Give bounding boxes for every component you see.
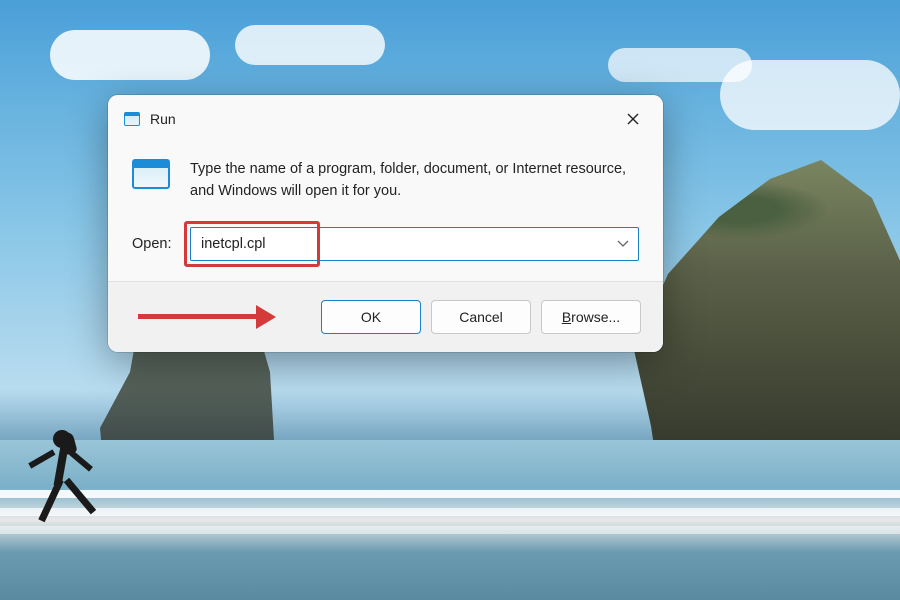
cancel-button-label: Cancel [459,309,503,325]
dialog-footer: OK Cancel Browse... [108,281,663,352]
ok-button[interactable]: OK [321,300,421,334]
browse-button[interactable]: Browse... [541,300,641,334]
dialog-title: Run [150,111,176,127]
run-icon [124,112,140,126]
background-ocean [0,440,900,600]
run-icon-large [132,159,170,189]
annotation-arrow [138,305,276,329]
browse-button-label: Browse... [562,309,620,325]
ok-button-label: OK [361,309,381,325]
dialog-description: Type the name of a program, folder, docu… [190,159,639,203]
cancel-button[interactable]: Cancel [431,300,531,334]
open-label: Open: [132,236,176,252]
run-dialog: Run Type the name of a program, folder, … [108,95,663,352]
background-runner-silhouette [35,430,90,550]
close-button[interactable] [619,105,647,133]
open-input[interactable] [190,227,639,261]
dialog-titlebar: Run [108,95,663,141]
background-clouds [50,30,210,80]
close-icon [627,113,639,125]
